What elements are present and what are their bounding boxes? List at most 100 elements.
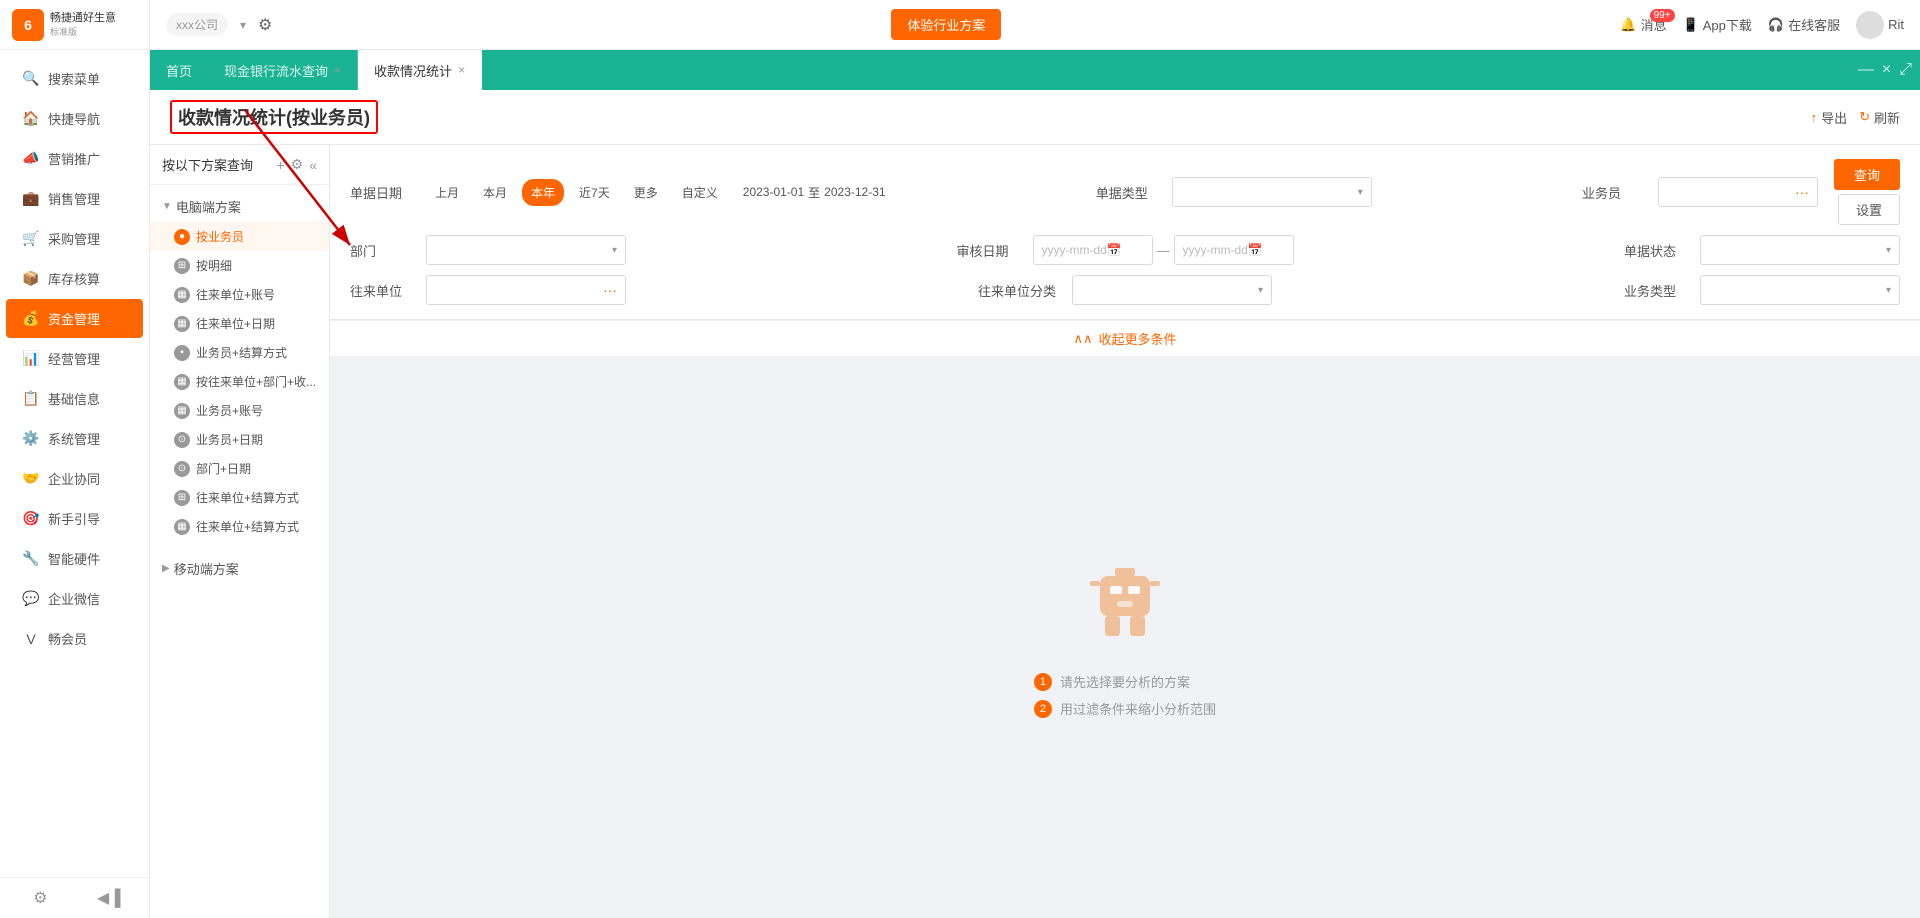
tree-item-partner-settlement1[interactable]: ⊞ 往来单位+结算方式 bbox=[150, 483, 329, 512]
section-expand-icon: ▼ bbox=[162, 201, 172, 212]
tree-item-partner-settlement2[interactable]: ▦ 往来单位+结算方式 bbox=[150, 512, 329, 541]
tree-item-salesperson-account[interactable]: ▦ 业务员+账号 bbox=[150, 396, 329, 425]
sidebar-item-operations[interactable]: 📊 经营管理 bbox=[6, 339, 143, 378]
filter-area: 单据日期 上月 本月 本年 近7天 更多 自定义 2023-01-01 至 bbox=[330, 145, 1920, 320]
empty-robot-image bbox=[1075, 556, 1175, 656]
sidebar-collapse-btn[interactable]: ◀▐ bbox=[79, 888, 140, 908]
collapse-more-bar[interactable]: ∧∧ 收起更多条件 bbox=[330, 320, 1920, 356]
salesperson-select[interactable]: ··· bbox=[1658, 177, 1818, 207]
partner-select[interactable]: ··· bbox=[426, 275, 626, 305]
partner-more-icon[interactable]: ··· bbox=[603, 282, 617, 298]
partner-category-label: 往来单位分类 bbox=[978, 281, 1056, 300]
sidebar-item-hardware[interactable]: 🔧 智能硬件 bbox=[6, 539, 143, 578]
add-scheme-icon[interactable]: + bbox=[276, 157, 284, 173]
tree-item-dept-date[interactable]: ⊙ 部门+日期 bbox=[150, 454, 329, 483]
sidebar-item-inventory[interactable]: 📦 库存核算 bbox=[6, 259, 143, 298]
window-close-icon[interactable]: × bbox=[1882, 61, 1891, 79]
custom-date-btn[interactable]: 自定义 bbox=[673, 179, 727, 206]
date-buttons: 上月 本月 本年 近7天 更多 自定义 bbox=[426, 179, 727, 206]
review-date-end[interactable]: yyyy-mm-dd 📅 bbox=[1174, 235, 1294, 265]
this-year-btn[interactable]: 本年 bbox=[522, 179, 564, 206]
last7days-btn[interactable]: 近7天 bbox=[570, 179, 619, 206]
trial-button[interactable]: 体验行业方案 bbox=[891, 9, 1001, 40]
business-type-select[interactable]: ▾ bbox=[1700, 275, 1900, 305]
search-icon: 🔍 bbox=[22, 70, 40, 88]
tip1-text: 请先选择要分析的方案 bbox=[1060, 672, 1190, 691]
query-button[interactable]: 查询 bbox=[1834, 159, 1900, 190]
partner-category-select[interactable]: ▾ bbox=[1072, 275, 1272, 305]
tree-item-partner-account[interactable]: ▦ 往来单位+账号 bbox=[150, 280, 329, 309]
salesperson-settlement-icon: ▪ bbox=[174, 345, 190, 361]
online-service-btn[interactable]: 🎧 在线客服 bbox=[1768, 15, 1840, 34]
desktop-section-header[interactable]: ▼ 电脑端方案 bbox=[150, 191, 329, 222]
mobile-section: ▶ 移动端方案 bbox=[150, 547, 329, 590]
filter-row-3: 往来单位 ··· 往来单位分类 ▾ 业务类型 bbox=[350, 275, 1900, 305]
sidebar-settings-btn[interactable]: ⚙ bbox=[10, 888, 71, 908]
date-end: 2023-12-31 bbox=[824, 185, 885, 199]
header-gear-icon[interactable]: ⚙ bbox=[258, 15, 272, 35]
tree-item-salesperson-settlement[interactable]: ▪ 业务员+结算方式 bbox=[150, 338, 329, 367]
tip2-text: 用过滤条件来缩小分析范围 bbox=[1060, 699, 1216, 718]
partner-date-icon: ▦ bbox=[174, 316, 190, 332]
tree-item-partner-dept-collect[interactable]: ▦ 按往来单位+部门+收... bbox=[150, 367, 329, 396]
dept-select[interactable]: ▾ bbox=[426, 235, 626, 265]
collapse-panel-icon[interactable]: « bbox=[309, 157, 317, 173]
scheme-settings-icon[interactable]: ⚙ bbox=[291, 156, 304, 173]
tab-close-collection-stats[interactable]: × bbox=[458, 63, 465, 77]
this-month-btn[interactable]: 本月 bbox=[474, 179, 516, 206]
user-name: Rit bbox=[1888, 17, 1904, 32]
partner-settlement1-icon: ⊞ bbox=[174, 490, 190, 506]
salesperson-more-icon[interactable]: ··· bbox=[1795, 184, 1809, 200]
filter-row-2: 部门 ▾ 审核日期 yyyy-mm-dd 📅 — bbox=[350, 235, 1900, 265]
review-date-start[interactable]: yyyy-mm-dd 📅 bbox=[1033, 235, 1153, 265]
sidebar-item-guide[interactable]: 🎯 新手引导 bbox=[6, 499, 143, 538]
left-panel-title: 按以下方案查询 bbox=[162, 155, 253, 174]
tab-bar-end: — × ⤢ bbox=[1858, 61, 1920, 79]
tab-bank-flow[interactable]: 现金银行流水查询 × bbox=[208, 50, 358, 90]
dept-arrow-icon: ▾ bbox=[612, 245, 617, 256]
notification-btn[interactable]: 🔔 消息 99+ bbox=[1620, 15, 1666, 34]
calendar-end-icon[interactable]: 📅 bbox=[1248, 243, 1263, 257]
setting-button[interactable]: 设置 bbox=[1838, 194, 1900, 225]
tree-item-salesperson-date[interactable]: ⊙ 业务员+日期 bbox=[150, 425, 329, 454]
calendar-start-icon[interactable]: 📅 bbox=[1107, 243, 1122, 257]
tab-home[interactable]: 首页 bbox=[150, 61, 208, 80]
refresh-btn[interactable]: ↻ 刷新 bbox=[1859, 108, 1900, 127]
sidebar-item-purchase[interactable]: 🛒 采购管理 bbox=[6, 219, 143, 258]
sidebar-item-quicknav[interactable]: 🏠 快捷导航 bbox=[6, 99, 143, 138]
more-date-btn[interactable]: 更多 bbox=[625, 179, 667, 206]
breadcrumb-arrow-icon[interactable]: ▾ bbox=[240, 18, 246, 32]
export-btn[interactable]: ↑ 导出 bbox=[1811, 108, 1848, 127]
doc-type-select[interactable]: ▾ bbox=[1172, 177, 1372, 207]
tree-item-by-salesperson[interactable]: ● 按业务员 bbox=[150, 222, 329, 251]
sidebar-item-vip[interactable]: V 畅会员 bbox=[6, 619, 143, 658]
tab-collection-stats[interactable]: 收款情况统计 × bbox=[358, 50, 482, 90]
sidebar-item-marketing[interactable]: 📣 营销推广 bbox=[6, 139, 143, 178]
mobile-section-label: 移动端方案 bbox=[174, 559, 239, 578]
sidebar-item-wechat[interactable]: 💬 企业微信 bbox=[6, 579, 143, 618]
logo-icon: 6 bbox=[12, 9, 44, 41]
sidebar-item-enterprise[interactable]: 🤝 企业协同 bbox=[6, 459, 143, 498]
content-area: 按以下方案查询 + ⚙ « ▼ 电脑端方案 ● 按业务员 bbox=[150, 145, 1920, 918]
sidebar-item-system[interactable]: ⚙️ 系统管理 bbox=[6, 419, 143, 458]
window-minimize-icon[interactable]: — bbox=[1858, 61, 1874, 79]
user-avatar[interactable]: Rit bbox=[1856, 11, 1904, 39]
tree-item-by-detail[interactable]: ⊞ 按明细 bbox=[150, 251, 329, 280]
app-download-btn[interactable]: 📱 App下载 bbox=[1683, 15, 1752, 34]
tree-item-partner-date[interactable]: ▦ 往来单位+日期 bbox=[150, 309, 329, 338]
money-icon: 💰 bbox=[22, 310, 40, 328]
page-title: 收款情况统计(按业务员) bbox=[170, 100, 378, 134]
last-month-btn[interactable]: 上月 bbox=[426, 179, 468, 206]
sidebar-item-basicinfo[interactable]: 📋 基础信息 bbox=[6, 379, 143, 418]
top-header: xxx公司 ▾ ⚙ 体验行业方案 🔔 消息 99+ 📱 App下载 🎧 在线客服… bbox=[150, 0, 1920, 50]
sidebar-item-search[interactable]: 🔍 搜索菜单 bbox=[6, 59, 143, 98]
page-content: 收款情况统计(按业务员) ↑ 导出 ↻ 刷新 按以下方案查询 + bbox=[150, 90, 1920, 918]
doc-status-select[interactable]: ▾ bbox=[1700, 235, 1900, 265]
sidebar-item-finance[interactable]: 💰 资金管理 bbox=[6, 299, 143, 338]
mobile-section-header[interactable]: ▶ 移动端方案 bbox=[150, 553, 329, 584]
sidebar-item-sales[interactable]: 💼 销售管理 bbox=[6, 179, 143, 218]
window-maximize-icon[interactable]: ⤢ bbox=[1899, 61, 1912, 79]
tab-close-bank-flow[interactable]: × bbox=[334, 63, 341, 77]
filter-row-1: 单据日期 上月 本月 本年 近7天 更多 自定义 2023-01-01 至 bbox=[350, 159, 1900, 225]
date-separator: — bbox=[1157, 243, 1170, 258]
